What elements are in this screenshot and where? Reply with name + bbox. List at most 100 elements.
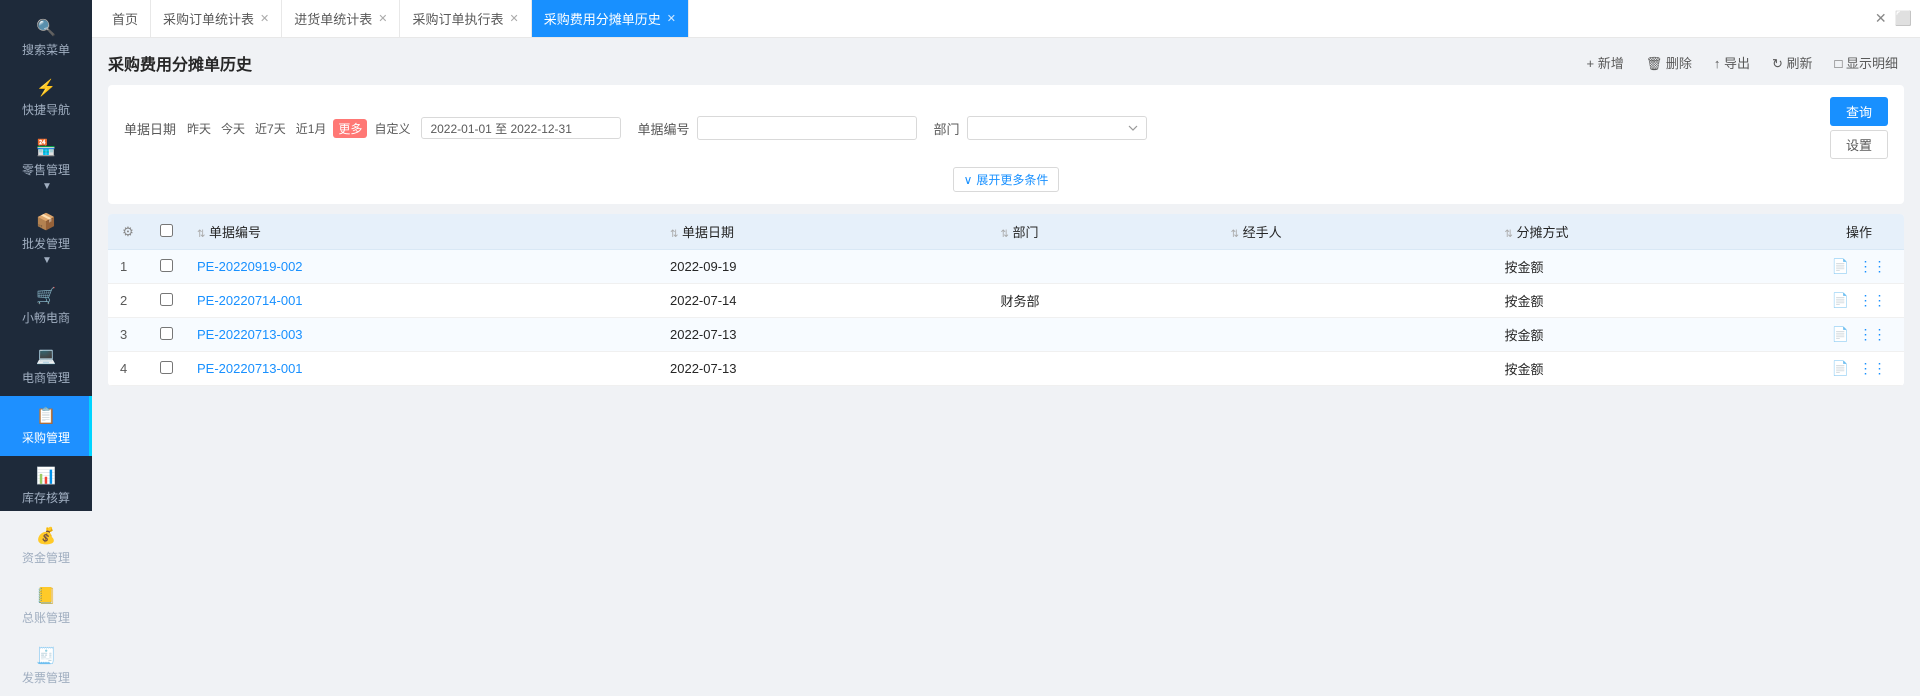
th-date: ⇅ 单据日期	[658, 214, 988, 250]
sidebar-item-search[interactable]: 🔍 搜索菜单	[0, 8, 92, 68]
data-table: ⚙ ⇅ 单据编号 ⇅ 单据日期 ⇅ 部门 ⇅ 经手人 ⇅ 分摊方式 操作 1	[108, 214, 1904, 386]
edit-icon[interactable]: 📄	[1831, 292, 1848, 308]
th-dept: ⇅ 部门	[989, 214, 1219, 250]
sidebar-item-inventory[interactable]: 📊 库存核算	[0, 456, 92, 516]
more-icon[interactable]: ⋮⋮	[1859, 292, 1887, 308]
td-method: 按金额	[1493, 318, 1814, 352]
add-button[interactable]: + 新增	[1581, 50, 1630, 75]
td-bill-no: PE-20220919-002	[185, 250, 658, 284]
date-range-input[interactable]: 2022-01-01 至 2022-12-31	[421, 117, 621, 139]
tab-close-icon[interactable]: ✕	[667, 12, 676, 25]
shortcut-1month[interactable]: 近1月	[293, 119, 330, 138]
sidebar-item-label: 搜索菜单	[4, 41, 88, 58]
show-detail-button[interactable]: □ 显示明细	[1829, 50, 1904, 75]
content-area: 采购费用分摊单历史 + 新增 🗑 删除 ↑ 导出 ↻ 刷新 □ 显示明细	[92, 38, 1920, 511]
tab-home[interactable]: 首页	[100, 0, 151, 37]
edit-icon[interactable]: 📄	[1831, 326, 1848, 342]
table-row: 2 PE-20220714-001 2022-07-14 财务部 按金额 📄 ⋮…	[108, 284, 1904, 318]
th-checkbox[interactable]	[148, 214, 185, 250]
td-handler	[1219, 250, 1493, 284]
sidebar-item-wholesale[interactable]: 📦 批发管理 ▼	[0, 202, 92, 276]
maximize-icon[interactable]: ⬜	[1895, 10, 1912, 27]
row-checkbox[interactable]	[160, 327, 173, 340]
chevron-down-icon: ▼	[42, 181, 52, 192]
delete-button[interactable]: 🗑 删除	[1640, 50, 1698, 75]
td-row-num: 4	[108, 352, 148, 386]
sidebar-item-finance[interactable]: 💰 资金管理	[0, 516, 92, 576]
more-icon[interactable]: ⋮⋮	[1859, 258, 1887, 274]
sidebar-item-purchase[interactable]: 📋 采购管理	[0, 396, 92, 456]
select-all-checkbox[interactable]	[160, 224, 173, 237]
edit-icon[interactable]: 📄	[1831, 258, 1848, 274]
th-handler: ⇅ 经手人	[1219, 214, 1493, 250]
td-handler	[1219, 318, 1493, 352]
settings-button[interactable]: 设置	[1830, 130, 1888, 159]
row-checkbox[interactable]	[160, 361, 173, 374]
bill-no-label: 单据编号	[637, 119, 689, 138]
td-date: 2022-07-13	[658, 352, 988, 386]
finance-icon: 💰	[4, 526, 88, 546]
sidebar-item-ecommerce-small[interactable]: 🛒 小畅电商	[0, 276, 92, 336]
shortcut-more[interactable]: 更多	[333, 119, 367, 138]
tab-close-icon[interactable]: ✕	[510, 12, 519, 25]
td-method: 按金额	[1493, 250, 1814, 284]
tab-close-icon[interactable]: ✕	[378, 12, 387, 25]
td-method: 按金额	[1493, 284, 1814, 318]
search-row: 单据日期 昨天 今天 近7天 近1月 更多 自定义 2022-01-01 至 2…	[124, 97, 1888, 159]
sidebar-item-label: 库存核算	[4, 489, 88, 506]
date-shortcuts: 昨天 今天 近7天 近1月 更多 自定义	[184, 119, 413, 138]
expand-row: ∨ 展开更多条件	[124, 167, 1888, 192]
chevron-down-icon: ∨	[964, 173, 973, 187]
more-icon[interactable]: ⋮⋮	[1859, 360, 1887, 376]
bill-no-input[interactable]	[697, 116, 917, 140]
td-checkbox[interactable]	[148, 250, 185, 284]
tab-purchase-cost-history[interactable]: 采购费用分摊单历史 ✕	[532, 0, 689, 37]
refresh-button[interactable]: ↻ 刷新	[1766, 50, 1819, 75]
search-nav-icon: 🔍	[4, 18, 88, 38]
shortcut-yesterday[interactable]: 昨天	[184, 119, 214, 138]
td-bill-no: PE-20220713-003	[185, 318, 658, 352]
shortcut-custom[interactable]: 自定义	[371, 119, 413, 138]
tab-purchase-exec[interactable]: 采购订单执行表 ✕	[400, 0, 531, 37]
th-settings[interactable]: ⚙	[108, 214, 148, 250]
tab-close-icon[interactable]: ✕	[260, 12, 269, 25]
tab-purchase-order-stats[interactable]: 采购订单统计表 ✕	[151, 0, 282, 37]
expand-button[interactable]: ∨ 展开更多条件	[953, 167, 1060, 192]
tab-inbound-stats[interactable]: 进货单统计表 ✕	[282, 0, 400, 37]
td-checkbox[interactable]	[148, 352, 185, 386]
td-handler	[1219, 352, 1493, 386]
sidebar-item-quicknav[interactable]: ⚡ 快捷导航	[0, 68, 92, 128]
td-date: 2022-07-14	[658, 284, 988, 318]
more-icon[interactable]: ⋮⋮	[1859, 326, 1887, 342]
page-header: 采购费用分摊单历史 + 新增 🗑 删除 ↑ 导出 ↻ 刷新 □ 显示明细	[108, 50, 1904, 75]
query-button[interactable]: 查询	[1830, 97, 1888, 126]
row-checkbox[interactable]	[160, 293, 173, 306]
tab-bar-actions: ✕ ⬜	[1875, 10, 1920, 27]
td-bill-no: PE-20220714-001	[185, 284, 658, 318]
td-checkbox[interactable]	[148, 318, 185, 352]
row-checkbox[interactable]	[160, 259, 173, 272]
table-row: 1 PE-20220919-002 2022-09-19 按金额 📄 ⋮⋮	[108, 250, 1904, 284]
sidebar-item-invoice[interactable]: 🧾 发票管理	[0, 636, 92, 696]
edit-icon[interactable]: 📄	[1831, 360, 1848, 376]
td-actions: 📄 ⋮⋮	[1814, 250, 1904, 284]
shortcut-7days[interactable]: 近7天	[252, 119, 289, 138]
sidebar-item-ledger[interactable]: 📒 总账管理	[0, 576, 92, 636]
date-field: 单据日期 昨天 今天 近7天 近1月 更多 自定义 2022-01-01 至 2…	[124, 117, 621, 139]
chevron-down-icon: ▼	[42, 255, 52, 266]
td-checkbox[interactable]	[148, 284, 185, 318]
export-button[interactable]: ↑ 导出	[1708, 50, 1756, 75]
tab-bar: 首页 采购订单统计表 ✕ 进货单统计表 ✕ 采购订单执行表 ✕ 采购费用分摊单历…	[92, 0, 1920, 38]
sidebar-item-retail[interactable]: 🏪 零售管理 ▼	[0, 128, 92, 202]
dept-select[interactable]: 财务部	[967, 116, 1147, 140]
td-row-num: 3	[108, 318, 148, 352]
shortcut-today[interactable]: 今天	[218, 119, 248, 138]
td-actions: 📄 ⋮⋮	[1814, 318, 1904, 352]
toolbar: + 新增 🗑 删除 ↑ 导出 ↻ 刷新 □ 显示明细	[1581, 50, 1904, 75]
close-tab-icon[interactable]: ✕	[1875, 10, 1887, 27]
sidebar-item-label: 快捷导航	[4, 101, 88, 118]
sidebar: 🔍 搜索菜单 ⚡ 快捷导航 🏪 零售管理 ▼ 📦 批发管理 ▼ 🛒 小畅电商 💻…	[0, 0, 92, 511]
sidebar-item-ecommerce[interactable]: 💻 电商管理	[0, 336, 92, 396]
inventory-icon: 📊	[4, 466, 88, 486]
table-body: 1 PE-20220919-002 2022-09-19 按金额 📄 ⋮⋮	[108, 250, 1904, 386]
